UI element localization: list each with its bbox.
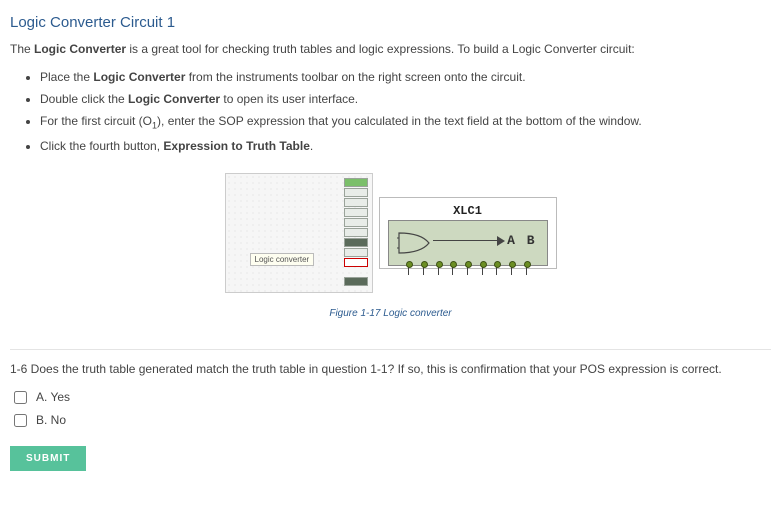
pin	[408, 265, 409, 275]
tool-button-logic-converter[interactable]	[344, 258, 368, 267]
question-text: 1-6 Does the truth table generated match…	[10, 362, 771, 376]
ab-label: A B	[507, 233, 536, 248]
step-3-a: For the first circuit (O	[40, 114, 152, 128]
step-2-a: Double click the	[40, 92, 128, 106]
figure-caption: Figure 1-17 Logic converter	[10, 308, 771, 319]
tool-button[interactable]	[344, 188, 368, 197]
option-a-label: A. Yes	[36, 390, 70, 404]
intro-paragraph: The Logic Converter is a great tool for …	[10, 41, 771, 58]
intro-text-1: The	[10, 42, 34, 56]
instrument-toolbar	[344, 178, 368, 267]
step-1-a: Place the	[40, 70, 93, 84]
pin	[452, 265, 453, 275]
step-4-b: Expression to Truth Table	[163, 139, 309, 153]
pin	[526, 265, 527, 275]
pin	[438, 265, 439, 275]
page-title: Logic Converter Circuit 1	[10, 14, 771, 31]
step-4-c: .	[310, 139, 313, 153]
intro-bold: Logic Converter	[34, 42, 126, 56]
submit-button[interactable]: SUBMIT	[10, 446, 86, 471]
xlc-label: XLC1	[388, 204, 548, 218]
option-b-label: B. No	[36, 413, 66, 427]
pin-row	[389, 265, 547, 275]
step-2: Double click the Logic Converter to open…	[40, 90, 771, 108]
step-4-a: Click the fourth button,	[40, 139, 163, 153]
tool-button[interactable]	[344, 277, 368, 286]
steps-list: Place the Logic Converter from the instr…	[40, 68, 771, 155]
pin	[511, 265, 512, 275]
step-3-b: ), enter the SOP expression that you cal…	[157, 114, 642, 128]
step-1-b: Logic Converter	[93, 70, 185, 84]
tool-button[interactable]	[344, 218, 368, 227]
pin	[423, 265, 424, 275]
options: A. Yes B. No	[10, 388, 771, 430]
pin	[496, 265, 497, 275]
step-1: Place the Logic Converter from the instr…	[40, 68, 771, 86]
pin	[467, 265, 468, 275]
tool-button[interactable]	[344, 248, 368, 257]
step-2-b: Logic Converter	[128, 92, 220, 106]
pin	[482, 265, 483, 275]
arrow-head-icon	[497, 236, 505, 246]
checkbox-a[interactable]	[14, 391, 27, 404]
xlc-component: XLC1 A B	[379, 197, 557, 269]
arrow-line	[433, 240, 499, 241]
tool-button[interactable]	[344, 208, 368, 217]
step-2-c: to open its user interface.	[220, 92, 358, 106]
tool-button[interactable]	[344, 238, 368, 247]
step-4: Click the fourth button, Expression to T…	[40, 137, 771, 155]
tool-button[interactable]	[344, 198, 368, 207]
divider	[10, 349, 771, 350]
tooltip: Logic converter	[250, 253, 315, 266]
step-1-c: from the instruments toolbar on the righ…	[185, 70, 525, 84]
figure-container: Logic converter XLC1 A B	[10, 173, 771, 319]
step-3: For the first circuit (O1), enter the SO…	[40, 112, 771, 133]
circuit-canvas: Logic converter	[225, 173, 373, 293]
intro-text-2: is a great tool for checking truth table…	[126, 42, 635, 56]
option-b[interactable]: B. No	[10, 411, 771, 430]
xlc-body: A B	[388, 220, 548, 266]
tool-button[interactable]	[344, 228, 368, 237]
option-a[interactable]: A. Yes	[10, 388, 771, 407]
gate-icon	[397, 231, 433, 255]
checkbox-b[interactable]	[14, 414, 27, 427]
tool-button[interactable]	[344, 178, 368, 187]
